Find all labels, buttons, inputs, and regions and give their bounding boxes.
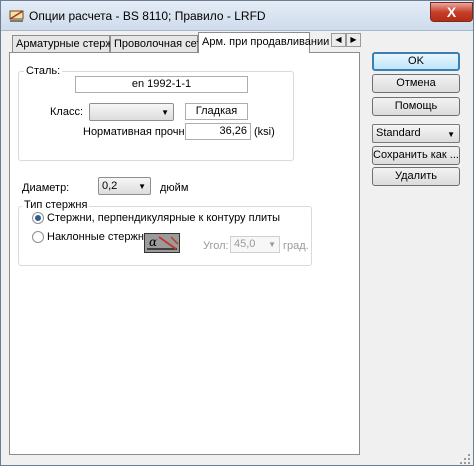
close-icon: X	[446, 4, 457, 20]
class-select[interactable]: ▼	[89, 103, 174, 121]
chevron-right-icon: ▶	[350, 35, 357, 44]
radio-inclined-label[interactable]: Наклонные стержни	[47, 231, 150, 243]
tab-scroll-right-button[interactable]: ▶	[346, 33, 361, 47]
save-as-button[interactable]: Сохранить как ...	[372, 146, 460, 165]
chevron-left-icon: ◀	[335, 35, 342, 44]
tab-rebar[interactable]: Арматурные стержни	[12, 35, 125, 52]
angle-symbol: α	[149, 235, 158, 249]
radio-inclined[interactable]	[32, 231, 44, 243]
rod-type-group-legend: Тип стержня	[22, 199, 90, 211]
radio-perpendicular[interactable]	[32, 212, 44, 224]
app-icon	[9, 10, 24, 22]
ok-button[interactable]: OK	[372, 52, 460, 71]
cancel-button[interactable]: Отмена	[372, 74, 460, 93]
surface-field[interactable]: Гладкая	[185, 103, 248, 120]
tab-wire-mesh[interactable]: Проволочная сетка	[110, 35, 213, 52]
title-bar: Опции расчета - BS 8110; Правило - LRFD …	[1, 1, 473, 31]
preset-select-value: Standard	[376, 127, 421, 139]
tab-scroll-left-button[interactable]: ◀	[331, 33, 346, 47]
chevron-down-icon: ▼	[268, 240, 276, 249]
delete-button[interactable]: Удалить	[372, 167, 460, 186]
steel-group-legend: Сталь:	[24, 65, 63, 77]
tab-panel: Сталь: en 1992-1-1 Класс: ▼ Гладкая Норм…	[9, 52, 360, 455]
preset-select[interactable]: Standard ▼	[372, 124, 460, 143]
diameter-select-value: 0,2	[102, 180, 118, 192]
chevron-down-icon: ▼	[138, 182, 146, 191]
tab-punching-rebar[interactable]: Арм. при продавливании	[198, 32, 329, 53]
diameter-select[interactable]: 0,2 ▼	[98, 177, 151, 195]
inclined-rod-icon: α	[144, 233, 180, 253]
tab-punching-rebar-label: Арм. при продавливании	[202, 36, 330, 48]
strength-unit: (ksi)	[254, 126, 275, 138]
help-button[interactable]: Помощь	[372, 97, 460, 116]
diameter-label: Диаметр:	[22, 182, 70, 194]
chevron-down-icon: ▼	[447, 130, 455, 139]
radio-perpendicular-label[interactable]: Стержни, перпендикулярные к контуру плит…	[47, 212, 280, 224]
radio-selected-dot	[35, 215, 41, 221]
tab-rebar-label: Арматурные стержни	[16, 38, 125, 50]
options-dialog: Опции расчета - BS 8110; Правило - LRFD …	[0, 0, 474, 466]
angle-unit: град.	[283, 240, 309, 252]
resize-grip-icon[interactable]	[459, 453, 471, 465]
chevron-down-icon: ▼	[161, 108, 169, 117]
angle-field: 45,0 ▼	[230, 236, 280, 253]
class-label: Класс:	[50, 106, 83, 118]
diameter-unit: дюйм	[160, 182, 189, 194]
window-title: Опции расчета - BS 8110; Правило - LRFD	[29, 9, 266, 23]
steel-standard-field[interactable]: en 1992-1-1	[75, 76, 248, 93]
angle-label: Угол:	[203, 240, 229, 252]
strength-field[interactable]: 36,26	[185, 123, 251, 140]
close-button[interactable]: X	[430, 2, 473, 22]
angle-value: 45,0	[234, 238, 256, 250]
